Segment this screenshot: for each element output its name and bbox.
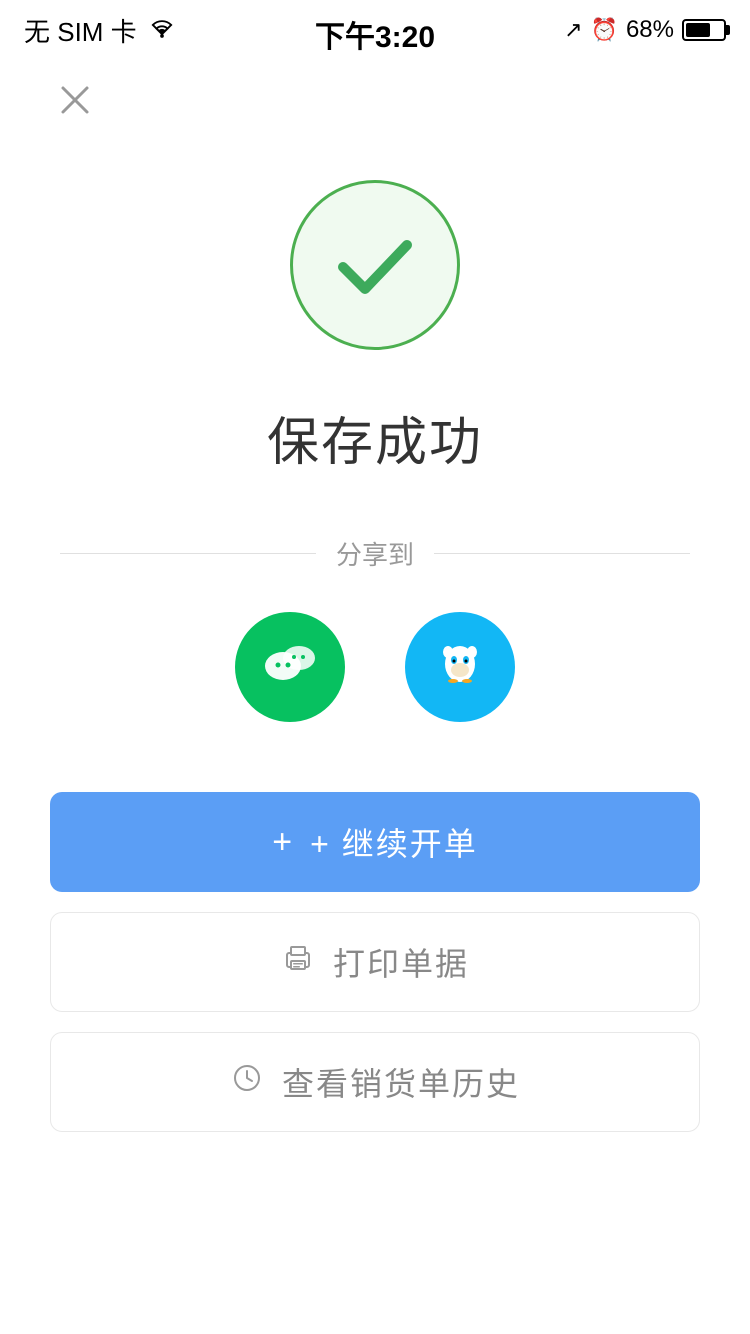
status-bar: 无 SIM 卡 下午3:20 ↗ ⏰ 68% bbox=[0, 0, 750, 60]
divider-left bbox=[60, 553, 316, 554]
share-divider: 分享到 bbox=[0, 535, 750, 572]
share-section: 分享到 bbox=[0, 535, 750, 722]
print-label: 打印单据 bbox=[333, 939, 469, 985]
success-icon bbox=[290, 180, 460, 350]
divider-right bbox=[434, 553, 690, 554]
view-history-label: 查看销货单历史 bbox=[282, 1059, 520, 1105]
close-button[interactable] bbox=[50, 75, 100, 125]
location-icon: ↗ bbox=[564, 17, 582, 43]
qq-share-button[interactable] bbox=[405, 612, 515, 722]
continue-new-order-button[interactable]: + + 继续开单 bbox=[50, 792, 700, 892]
carrier-label: 无 SIM 卡 bbox=[24, 12, 137, 49]
battery-percent: 68% bbox=[626, 16, 674, 44]
share-icons-row bbox=[235, 612, 515, 722]
print-button[interactable]: 打印单据 bbox=[50, 912, 700, 1012]
status-right: ↗ ⏰ 68% bbox=[564, 16, 726, 44]
wechat-share-button[interactable] bbox=[235, 612, 345, 722]
share-label: 分享到 bbox=[316, 535, 434, 572]
alarm-icon: ⏰ bbox=[591, 17, 618, 43]
main-content: 保存成功 分享到 bbox=[0, 60, 750, 1132]
history-icon bbox=[230, 1061, 264, 1103]
time-display: 下午3:20 bbox=[315, 12, 435, 56]
view-history-button[interactable]: 查看销货单历史 bbox=[50, 1032, 700, 1132]
battery-icon bbox=[682, 19, 726, 41]
plus-icon: + bbox=[272, 823, 292, 862]
wifi-icon bbox=[147, 15, 177, 46]
success-title: 保存成功 bbox=[267, 400, 483, 475]
print-icon bbox=[281, 941, 315, 983]
action-buttons: + + 继续开单 打印单据 bbox=[0, 792, 750, 1132]
continue-new-order-label: + 继续开单 bbox=[310, 819, 478, 865]
status-left: 无 SIM 卡 bbox=[24, 12, 177, 49]
